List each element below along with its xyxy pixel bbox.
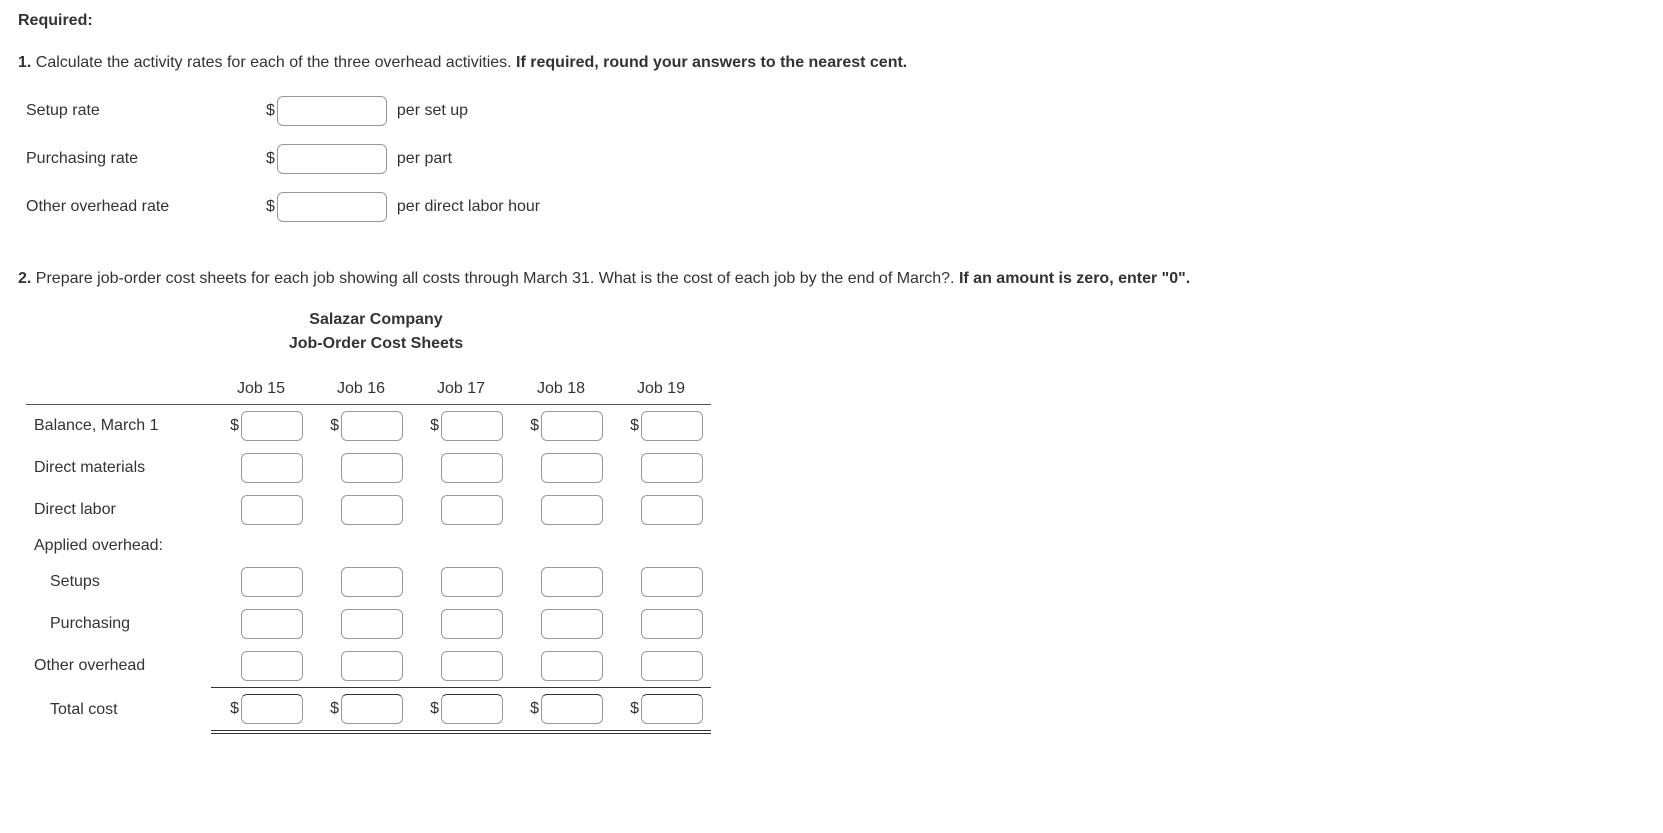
- q2-text-a: Prepare job-order cost sheets for each j…: [31, 270, 959, 287]
- purchasing-rate-label: Purchasing rate: [26, 150, 266, 168]
- label-total: Total cost: [26, 688, 211, 733]
- purchasing-job17-input[interactable]: [441, 609, 503, 639]
- q2-instruction: 2. Prepare job-order cost sheets for eac…: [18, 270, 1645, 288]
- other-rate-label: Other overhead rate: [26, 198, 266, 216]
- row-total-cost: Total cost $ $ $ $ $: [26, 688, 711, 733]
- total-job16-input[interactable]: [341, 694, 403, 724]
- currency-symbol: $: [230, 417, 239, 435]
- q1-text-a: Calculate the activity rates for each of…: [31, 54, 516, 71]
- dl-job17-input[interactable]: [441, 495, 503, 525]
- balance-job16-input[interactable]: [341, 411, 403, 441]
- q1-num: 1.: [18, 54, 31, 71]
- purchasing-rate-unit: per part: [397, 150, 452, 168]
- currency-symbol: $: [630, 417, 639, 435]
- dl-job19-input[interactable]: [641, 495, 703, 525]
- dm-job18-input[interactable]: [541, 453, 603, 483]
- setups-job17-input[interactable]: [441, 567, 503, 597]
- dm-job15-input[interactable]: [241, 453, 303, 483]
- label-dm: Direct materials: [26, 447, 211, 489]
- q2-num: 2.: [18, 270, 31, 287]
- label-balance: Balance, March 1: [26, 405, 211, 448]
- table-title-line1: Salazar Company: [309, 311, 442, 328]
- setup-rate-unit: per set up: [397, 102, 468, 120]
- setup-rate-input[interactable]: [277, 96, 387, 126]
- otheroh-job18-input[interactable]: [541, 651, 603, 681]
- currency-symbol: $: [530, 417, 539, 435]
- table-title: Salazar Company Job-Order Cost Sheets: [26, 308, 726, 356]
- purchasing-job16-input[interactable]: [341, 609, 403, 639]
- dm-job16-input[interactable]: [341, 453, 403, 483]
- otheroh-job15-input[interactable]: [241, 651, 303, 681]
- balance-job18-input[interactable]: [541, 411, 603, 441]
- required-heading: Required:: [18, 12, 1645, 30]
- row-direct-labor: Direct labor: [26, 489, 711, 531]
- row-other-overhead: Other overhead: [26, 645, 711, 688]
- dl-job15-input[interactable]: [241, 495, 303, 525]
- label-otheroh: Other overhead: [26, 645, 211, 688]
- total-job19-input[interactable]: [641, 694, 703, 724]
- dl-job18-input[interactable]: [541, 495, 603, 525]
- label-setups: Setups: [26, 561, 211, 603]
- row-setups: Setups: [26, 561, 711, 603]
- otheroh-job19-input[interactable]: [641, 651, 703, 681]
- col-job15: Job 15: [211, 374, 311, 405]
- col-empty: [26, 374, 211, 405]
- purchasing-rate-row: Purchasing rate $ per part: [26, 144, 1645, 174]
- total-job17-input[interactable]: [441, 694, 503, 724]
- purchasing-rate-currency: $: [266, 150, 275, 168]
- otheroh-job17-input[interactable]: [441, 651, 503, 681]
- q1-instruction: 1. Calculate the activity rates for each…: [18, 54, 1645, 72]
- total-job15-input[interactable]: [241, 694, 303, 724]
- setups-job19-input[interactable]: [641, 567, 703, 597]
- purchasing-rate-input[interactable]: [277, 144, 387, 174]
- dm-job17-input[interactable]: [441, 453, 503, 483]
- currency-symbol: $: [230, 700, 239, 718]
- col-job17: Job 17: [411, 374, 511, 405]
- setups-job18-input[interactable]: [541, 567, 603, 597]
- setup-rate-row: Setup rate $ per set up: [26, 96, 1645, 126]
- other-rate-unit: per direct labor hour: [397, 198, 540, 216]
- label-dl: Direct labor: [26, 489, 211, 531]
- total-job18-input[interactable]: [541, 694, 603, 724]
- col-job19: Job 19: [611, 374, 711, 405]
- purchasing-job15-input[interactable]: [241, 609, 303, 639]
- balance-job15-input[interactable]: [241, 411, 303, 441]
- purchasing-job18-input[interactable]: [541, 609, 603, 639]
- setup-rate-currency: $: [266, 102, 275, 120]
- other-rate-currency: $: [266, 198, 275, 216]
- row-applied-overhead: Applied overhead:: [26, 531, 711, 561]
- row-direct-materials: Direct materials: [26, 447, 711, 489]
- col-job18: Job 18: [511, 374, 611, 405]
- q1-text-b: If required, round your answers to the n…: [516, 54, 907, 71]
- dl-job16-input[interactable]: [341, 495, 403, 525]
- job-order-table: Job 15 Job 16 Job 17 Job 18 Job 19 Balan…: [26, 374, 711, 734]
- other-rate-row: Other overhead rate $ per direct labor h…: [26, 192, 1645, 222]
- table-title-line2: Job-Order Cost Sheets: [289, 335, 463, 352]
- row-purchasing: Purchasing: [26, 603, 711, 645]
- currency-symbol: $: [330, 700, 339, 718]
- col-job16: Job 16: [311, 374, 411, 405]
- balance-job19-input[interactable]: [641, 411, 703, 441]
- dm-job19-input[interactable]: [641, 453, 703, 483]
- purchasing-job19-input[interactable]: [641, 609, 703, 639]
- currency-symbol: $: [630, 700, 639, 718]
- otheroh-job16-input[interactable]: [341, 651, 403, 681]
- other-rate-input[interactable]: [277, 192, 387, 222]
- balance-job17-input[interactable]: [441, 411, 503, 441]
- setups-job15-input[interactable]: [241, 567, 303, 597]
- setups-job16-input[interactable]: [341, 567, 403, 597]
- setup-rate-label: Setup rate: [26, 102, 266, 120]
- currency-symbol: $: [430, 417, 439, 435]
- q2-text-b: If an amount is zero, enter "0".: [959, 270, 1190, 287]
- currency-symbol: $: [530, 700, 539, 718]
- row-balance: Balance, March 1 $ $ $ $ $: [26, 405, 711, 448]
- label-purchasing: Purchasing: [26, 603, 211, 645]
- currency-symbol: $: [430, 700, 439, 718]
- currency-symbol: $: [330, 417, 339, 435]
- label-applied: Applied overhead:: [26, 531, 211, 561]
